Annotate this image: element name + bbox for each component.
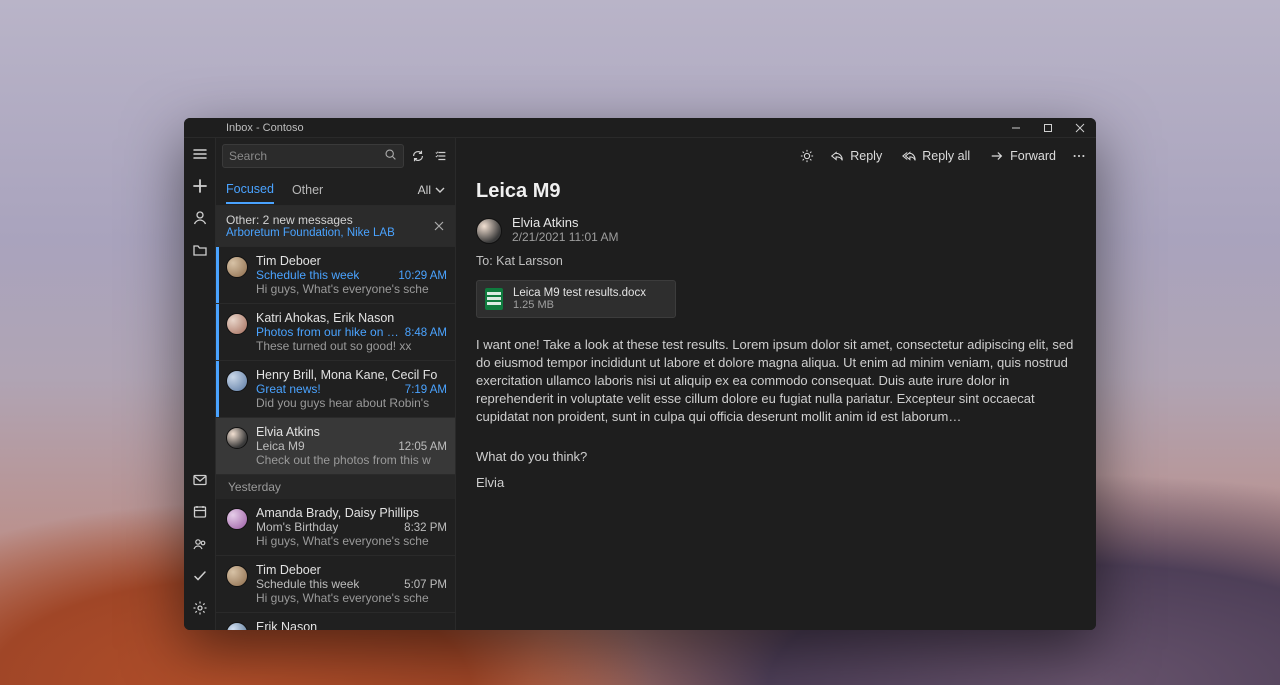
message-subject-line: Photos from our hike on Maple bbox=[256, 325, 399, 339]
search-icon bbox=[384, 148, 397, 164]
banner-dismiss[interactable] bbox=[429, 216, 449, 236]
file-icon bbox=[485, 288, 503, 310]
avatar bbox=[226, 427, 248, 449]
message-item[interactable]: Katri Ahokas, Erik NasonPhotos from our … bbox=[216, 304, 455, 361]
mail-icon[interactable] bbox=[184, 464, 216, 496]
message-preview: Hi guys, What's everyone's sche bbox=[256, 591, 447, 605]
search-input[interactable] bbox=[229, 149, 384, 163]
banner-line2: Arboretum Foundation, Nike LAB bbox=[226, 227, 427, 239]
message-preview: Check out the photos from this w bbox=[256, 453, 447, 467]
message-subject-line: Great news! bbox=[256, 382, 321, 396]
message-item[interactable]: Amanda Brady, Daisy PhillipsMom's Birthd… bbox=[216, 499, 455, 556]
people-icon[interactable] bbox=[184, 528, 216, 560]
chevron-down-icon bbox=[435, 185, 445, 195]
other-inbox-banner[interactable]: Other: 2 new messages Arboretum Foundati… bbox=[216, 206, 455, 247]
attachment-name: Leica M9 test results.docx bbox=[513, 287, 646, 299]
message-from: Henry Brill, Mona Kane, Cecil Fo bbox=[256, 368, 447, 382]
sender-avatar[interactable] bbox=[476, 218, 502, 244]
message-preview: Hi guys, What's everyone's sche bbox=[256, 282, 447, 296]
titlebar[interactable]: Inbox - Contoso bbox=[184, 118, 1096, 138]
message-time: 8:48 AM bbox=[405, 327, 447, 339]
message-from: Katri Ahokas, Erik Nason bbox=[256, 311, 447, 325]
hamburger-icon[interactable] bbox=[184, 138, 216, 170]
calendar-icon[interactable] bbox=[184, 496, 216, 528]
attachment-chip[interactable]: Leica M9 test results.docx 1.25 MB bbox=[476, 280, 676, 318]
message-body-p2: What do you think? bbox=[476, 448, 1076, 466]
message-preview: Hi guys, What's everyone's sche bbox=[256, 534, 447, 548]
settings-icon[interactable] bbox=[184, 592, 216, 624]
forward-button[interactable]: Forward bbox=[982, 145, 1064, 167]
avatar bbox=[226, 370, 248, 392]
search-box[interactable] bbox=[222, 144, 404, 168]
message-subject-line: Mom's Birthday bbox=[256, 520, 338, 534]
message-from: Elvia Atkins bbox=[256, 425, 447, 439]
message-from: Amanda Brady, Daisy Phillips bbox=[256, 506, 447, 520]
message-item[interactable]: Henry Brill, Mona Kane, Cecil FoGreat ne… bbox=[216, 361, 455, 418]
todo-icon[interactable] bbox=[184, 560, 216, 592]
filter-dropdown[interactable]: All bbox=[418, 183, 445, 197]
message-from: Erik Nason bbox=[256, 620, 447, 630]
avatar bbox=[226, 565, 248, 587]
reading-pane: Reply Reply all Forward Leica M9 Elvia A… bbox=[456, 138, 1096, 630]
message-preview: These turned out so good! xx bbox=[256, 339, 447, 353]
folders-icon[interactable] bbox=[184, 234, 216, 266]
date-header: Yesterday bbox=[216, 475, 455, 499]
mail-window: Inbox - Contoso bbox=[184, 118, 1096, 630]
reply-button[interactable]: Reply bbox=[822, 145, 890, 167]
sent-date: 2/21/2021 11:01 AM bbox=[512, 230, 619, 244]
message-item[interactable]: Elvia AtkinsLeica M9 12:05 AMCheck out th… bbox=[216, 418, 455, 475]
message-subject-line: Schedule this week bbox=[256, 268, 359, 282]
avatar bbox=[226, 622, 248, 630]
message-subject-line: Leica M9 bbox=[256, 439, 305, 453]
message-item[interactable]: Erik Nason bbox=[216, 613, 455, 630]
message-preview: Did you guys hear about Robin's bbox=[256, 396, 447, 410]
message-signature: Elvia bbox=[476, 474, 1076, 492]
avatar bbox=[226, 256, 248, 278]
avatar bbox=[226, 508, 248, 530]
message-subject-line: Schedule this week bbox=[256, 577, 359, 591]
tab-focused[interactable]: Focused bbox=[226, 176, 274, 204]
nav-rail bbox=[184, 138, 216, 630]
message-item[interactable]: Tim DeboerSchedule this week 5:07 PMHi gu… bbox=[216, 556, 455, 613]
message-subject: Leica M9 bbox=[476, 180, 1076, 203]
tab-other[interactable]: Other bbox=[292, 177, 323, 203]
reply-all-button[interactable]: Reply all bbox=[894, 145, 978, 167]
theme-toggle[interactable] bbox=[796, 145, 818, 167]
maximize-button[interactable] bbox=[1032, 118, 1064, 138]
message-list[interactable]: Tim DeboerSchedule this week10:29 AMHi g… bbox=[216, 247, 455, 630]
selection-mode-button[interactable] bbox=[433, 144, 450, 168]
to-line: To: Kat Larsson bbox=[476, 254, 1076, 268]
message-time: 7:19 AM bbox=[405, 384, 447, 396]
forward-icon bbox=[990, 149, 1004, 163]
message-time: 12:05 AM bbox=[398, 441, 447, 453]
more-actions-button[interactable] bbox=[1068, 145, 1090, 167]
message-time: 8:32 PM bbox=[404, 522, 447, 534]
avatar bbox=[226, 313, 248, 335]
sync-button[interactable] bbox=[410, 144, 427, 168]
message-body-p1: I want one! Take a look at these test re… bbox=[476, 336, 1076, 426]
close-button[interactable] bbox=[1064, 118, 1096, 138]
window-title: Inbox - Contoso bbox=[226, 122, 304, 134]
banner-line1: Other: 2 new messages bbox=[226, 213, 427, 227]
minimize-button[interactable] bbox=[1000, 118, 1032, 138]
message-time: 10:29 AM bbox=[398, 270, 447, 282]
message-time: 5:07 PM bbox=[404, 579, 447, 591]
accounts-icon[interactable] bbox=[184, 202, 216, 234]
message-from: Tim Deboer bbox=[256, 254, 447, 268]
sender-name: Elvia Atkins bbox=[512, 215, 619, 230]
filter-label: All bbox=[418, 183, 431, 197]
attachment-size: 1.25 MB bbox=[513, 299, 646, 311]
reply-icon bbox=[830, 149, 844, 163]
reply-all-icon bbox=[902, 149, 916, 163]
message-list-pane: Focused Other All Other: 2 new messages … bbox=[216, 138, 456, 630]
new-mail-button[interactable] bbox=[184, 170, 216, 202]
message-from: Tim Deboer bbox=[256, 563, 447, 577]
message-item[interactable]: Tim DeboerSchedule this week 10:29 AMHi g… bbox=[216, 247, 455, 304]
